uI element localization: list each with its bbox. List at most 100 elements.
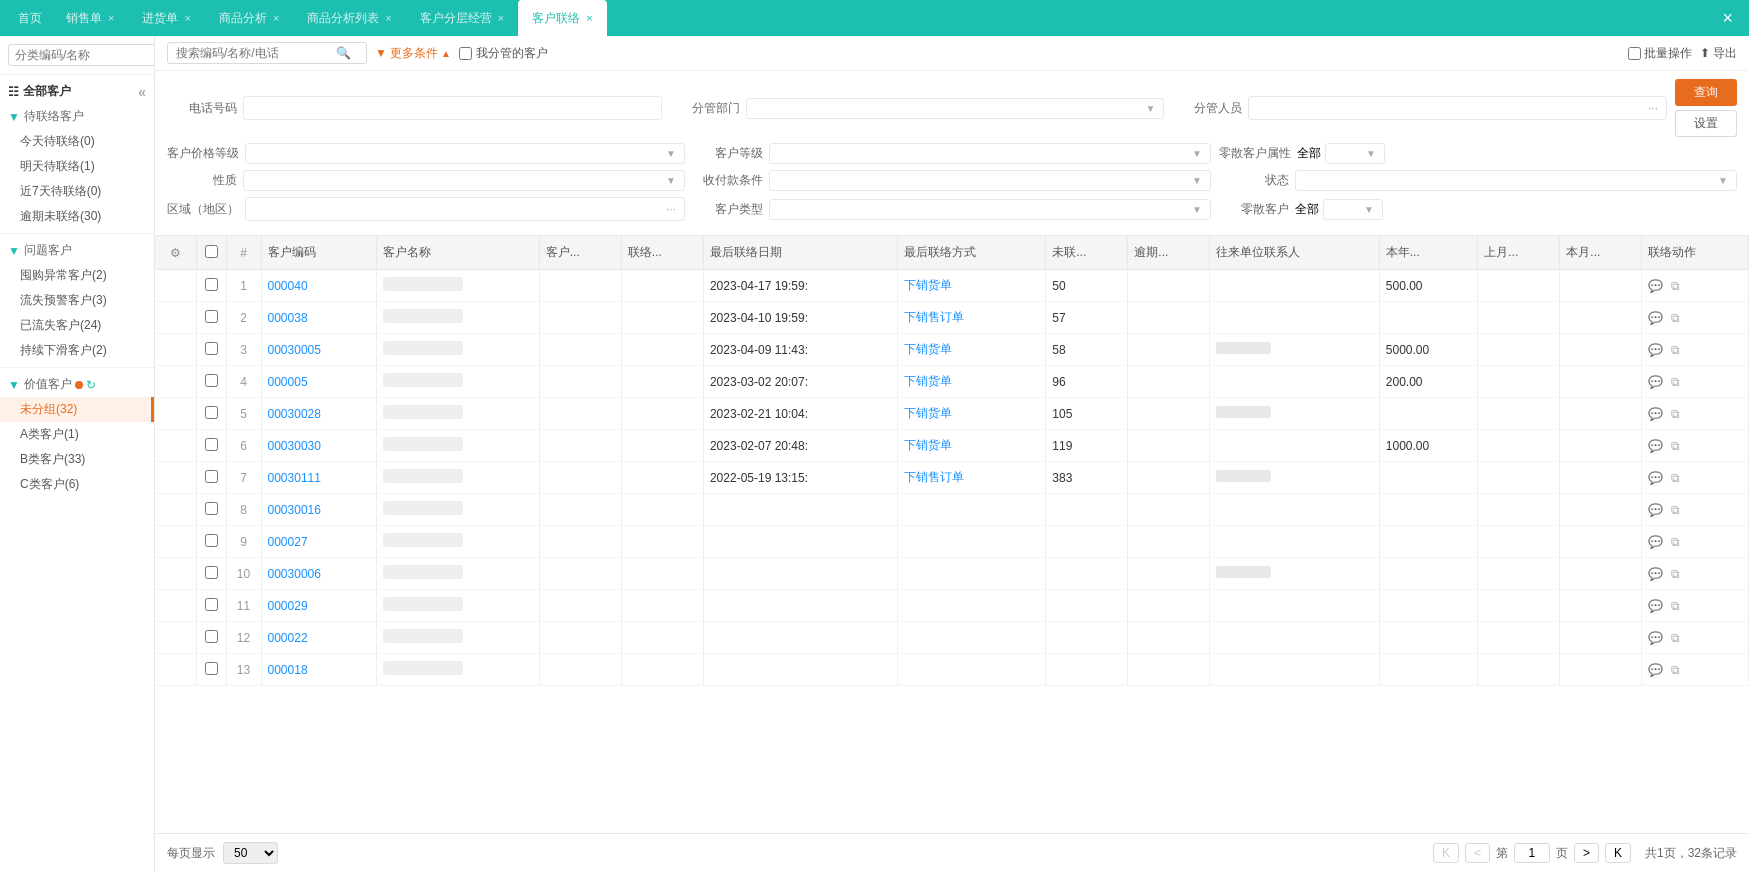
action-grid-icon-0[interactable]: ⧉ — [1671, 279, 1680, 293]
filter-retail-attr-dropdown[interactable]: ▼ — [1325, 143, 1385, 164]
row-code-12[interactable]: 000018 — [261, 654, 377, 686]
row-last-method-11[interactable] — [897, 622, 1045, 654]
action-grid-icon-1[interactable]: ⧉ — [1671, 311, 1680, 325]
filter-status-select[interactable]: ▼ — [1295, 170, 1737, 191]
row-code-6[interactable]: 00030111 — [261, 462, 377, 494]
row-last-method-8[interactable] — [897, 526, 1045, 558]
row-checkbox-12[interactable] — [196, 654, 226, 686]
row-action-8[interactable]: 💬⧉ — [1642, 526, 1749, 558]
last-page-btn[interactable]: K — [1605, 843, 1631, 863]
row-action-7[interactable]: 💬⧉ — [1642, 494, 1749, 526]
all-customers-header[interactable]: ☷ 全部客户 « — [0, 75, 154, 104]
action-chat-icon-6[interactable]: 💬 — [1648, 471, 1663, 485]
sidebar-item-7days[interactable]: 近7天待联络(0) — [0, 179, 154, 204]
row-last-method-7[interactable] — [897, 494, 1045, 526]
tab-customer-segment-close[interactable]: × — [498, 12, 504, 24]
row-checkbox-6[interactable] — [196, 462, 226, 494]
page-number-input[interactable] — [1514, 843, 1550, 863]
sidebar-search-input[interactable] — [8, 44, 155, 66]
filter-retail-attr-select[interactable]: 全部 ▼ — [1297, 143, 1385, 164]
row-last-method-5[interactable]: 下销货单 — [897, 430, 1045, 462]
row-checkbox-9[interactable] — [196, 558, 226, 590]
row-action-9[interactable]: 💬⧉ — [1642, 558, 1749, 590]
sidebar-group-value[interactable]: ▼ 价值客户 ↻ — [0, 372, 154, 397]
row-action-12[interactable]: 💬⧉ — [1642, 654, 1749, 686]
action-grid-icon-2[interactable]: ⧉ — [1671, 343, 1680, 357]
action-chat-icon-8[interactable]: 💬 — [1648, 535, 1663, 549]
filter-region-select[interactable]: ··· — [245, 197, 685, 221]
tab-purchase-close[interactable]: × — [184, 12, 190, 24]
filter-retail-customer-dropdown[interactable]: ▼ — [1323, 199, 1383, 220]
action-grid-icon-10[interactable]: ⧉ — [1671, 599, 1680, 613]
tab-customer-contact[interactable]: 客户联络 × — [518, 0, 606, 36]
row-action-2[interactable]: 💬⧉ — [1642, 334, 1749, 366]
row-action-6[interactable]: 💬⧉ — [1642, 462, 1749, 494]
action-grid-icon-3[interactable]: ⧉ — [1671, 375, 1680, 389]
row-code-5[interactable]: 00030030 — [261, 430, 377, 462]
tab-home[interactable]: 首页 — [8, 0, 52, 36]
tab-goods-analysis[interactable]: 商品分析 × — [205, 0, 293, 36]
page-size-select[interactable]: 50 100 — [223, 842, 278, 864]
row-checkbox-0[interactable] — [196, 270, 226, 302]
row-last-method-2[interactable]: 下销货单 — [897, 334, 1045, 366]
filter-phone-input[interactable] — [243, 96, 662, 120]
export-btn[interactable]: ⬆ 导出 — [1700, 45, 1737, 62]
action-grid-icon-6[interactable]: ⧉ — [1671, 471, 1680, 485]
row-checkbox-5[interactable] — [196, 430, 226, 462]
tab-sales-close[interactable]: × — [108, 12, 114, 24]
sidebar-group-problem[interactable]: ▼ 问题客户 — [0, 238, 154, 263]
action-chat-icon-7[interactable]: 💬 — [1648, 503, 1663, 517]
action-chat-icon-0[interactable]: 💬 — [1648, 279, 1663, 293]
row-last-method-0[interactable]: 下销货单 — [897, 270, 1045, 302]
action-grid-icon-9[interactable]: ⧉ — [1671, 567, 1680, 581]
tab-sales[interactable]: 销售单 × — [52, 0, 128, 36]
col-checkbox-header[interactable] — [196, 236, 226, 270]
sidebar-item-a-class[interactable]: A类客户(1) — [0, 422, 154, 447]
row-last-method-12[interactable] — [897, 654, 1045, 686]
row-checkbox-10[interactable] — [196, 590, 226, 622]
tab-purchase[interactable]: 进货单 × — [128, 0, 204, 36]
row-action-1[interactable]: 💬⧉ — [1642, 302, 1749, 334]
action-grid-icon-5[interactable]: ⧉ — [1671, 439, 1680, 453]
row-code-9[interactable]: 00030006 — [261, 558, 377, 590]
row-code-10[interactable]: 000029 — [261, 590, 377, 622]
action-chat-icon-4[interactable]: 💬 — [1648, 407, 1663, 421]
next-page-btn[interactable]: > — [1574, 843, 1599, 863]
sidebar-item-hoarding[interactable]: 囤购异常客户(2) — [0, 263, 154, 288]
row-checkbox-4[interactable] — [196, 398, 226, 430]
col-gear[interactable]: ⚙ — [155, 236, 196, 270]
row-code-7[interactable]: 00030016 — [261, 494, 377, 526]
batch-operate-checkbox[interactable] — [1628, 47, 1641, 60]
action-grid-icon-8[interactable]: ⧉ — [1671, 535, 1680, 549]
tab-customer-segment[interactable]: 客户分层经营 × — [406, 0, 518, 36]
filter-manager-select[interactable]: ··· — [1248, 96, 1667, 120]
row-action-10[interactable]: 💬⧉ — [1642, 590, 1749, 622]
row-checkbox-7[interactable] — [196, 494, 226, 526]
row-last-method-1[interactable]: 下销售订单 — [897, 302, 1045, 334]
action-chat-icon-10[interactable]: 💬 — [1648, 599, 1663, 613]
row-last-method-6[interactable]: 下销售订单 — [897, 462, 1045, 494]
action-grid-icon-7[interactable]: ⧉ — [1671, 503, 1680, 517]
action-chat-icon-2[interactable]: 💬 — [1648, 343, 1663, 357]
more-conditions-btn[interactable]: ▼ 更多条件 ▲ — [375, 45, 451, 62]
row-code-1[interactable]: 000038 — [261, 302, 377, 334]
row-action-11[interactable]: 💬⧉ — [1642, 622, 1749, 654]
row-checkbox-3[interactable] — [196, 366, 226, 398]
sidebar-item-tomorrow[interactable]: 明天待联络(1) — [0, 154, 154, 179]
filter-nature-select[interactable]: ▼ — [243, 170, 685, 191]
tab-goods-analysis-close[interactable]: × — [273, 12, 279, 24]
sidebar-item-ungroup[interactable]: 未分组(32) — [0, 397, 154, 422]
tab-goods-analysis-list[interactable]: 商品分析列表 × — [293, 0, 405, 36]
action-chat-icon-1[interactable]: 💬 — [1648, 311, 1663, 325]
filter-customer-level-select[interactable]: ▼ — [769, 143, 1211, 164]
sidebar-item-overdue[interactable]: 逾期未联络(30) — [0, 204, 154, 229]
row-code-11[interactable]: 000022 — [261, 622, 377, 654]
tab-customer-contact-close[interactable]: × — [586, 12, 592, 24]
query-button[interactable]: 查询 — [1675, 79, 1737, 106]
row-checkbox-11[interactable] — [196, 622, 226, 654]
action-chat-icon-3[interactable]: 💬 — [1648, 375, 1663, 389]
sidebar-collapse-icon[interactable]: « — [138, 84, 146, 100]
action-grid-icon-4[interactable]: ⧉ — [1671, 407, 1680, 421]
action-grid-icon-12[interactable]: ⧉ — [1671, 663, 1680, 677]
action-chat-icon-11[interactable]: 💬 — [1648, 631, 1663, 645]
